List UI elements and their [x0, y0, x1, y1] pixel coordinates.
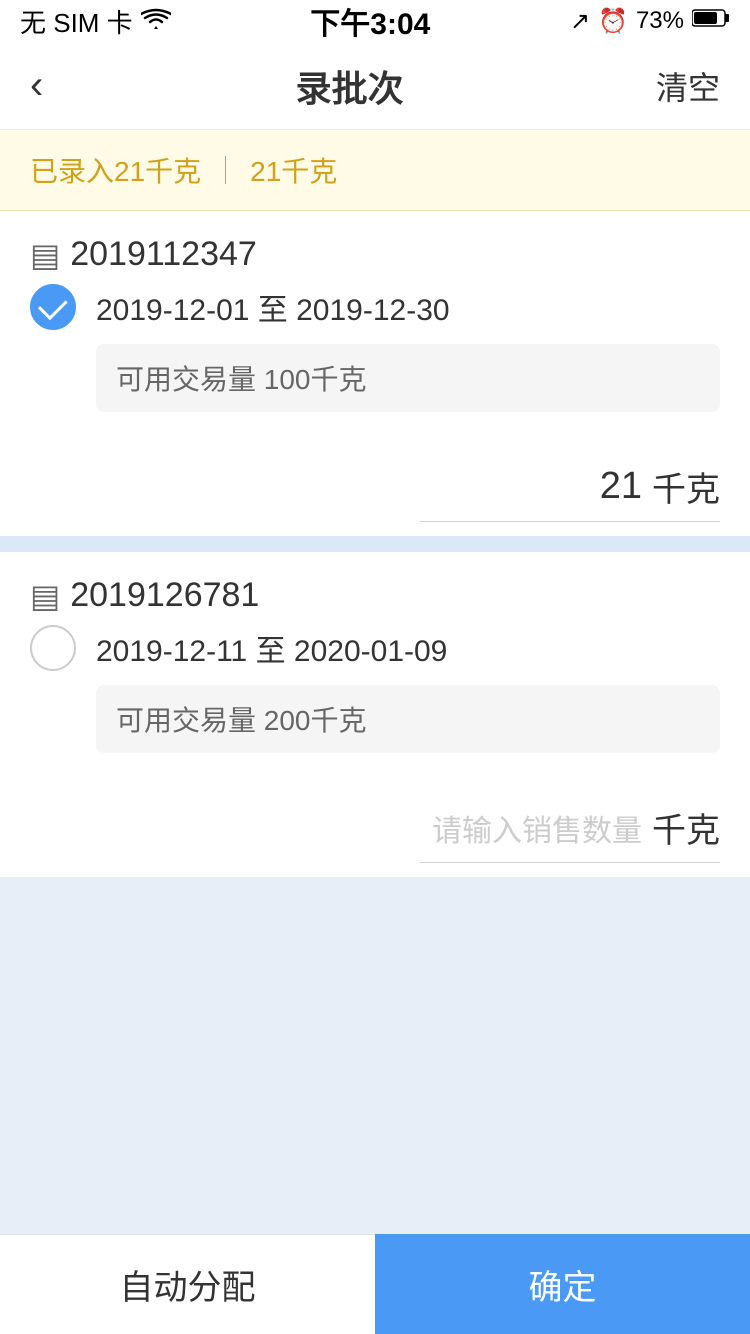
- batch-1-amount-unit: 千克: [652, 462, 720, 511]
- batch-2-date-range: 2019-12-11 至 2020-01-09: [96, 626, 447, 670]
- bottom-bar: 自动分配 确定: [0, 1234, 750, 1334]
- batch-1-avail: 可用交易量 100千克: [96, 344, 720, 412]
- batch-2-checkbox[interactable]: [30, 625, 76, 671]
- location-icon: ↗: [570, 7, 590, 36]
- batch-2-id: 2019126781: [70, 576, 259, 615]
- batch-1-amount-value: 21: [600, 465, 642, 508]
- batch-1-id: 2019112347: [70, 235, 257, 274]
- recorded-amount: 已录入21千克: [30, 150, 201, 190]
- batch-2-input-placeholder: 请输入销售数量: [432, 806, 642, 850]
- batch-2-avail: 可用交易量 200千克: [96, 685, 720, 753]
- info-bar: 已录入21千克 21千克: [0, 130, 750, 211]
- carrier-text: 无 SIM 卡: [20, 3, 133, 40]
- batch-1-id-icon: ▤: [30, 236, 60, 274]
- batch-card-1: ▤ 2019112347 2019-12-01 至 2019-12-30 可用交…: [0, 211, 750, 536]
- auto-distribute-button[interactable]: 自动分配: [0, 1234, 375, 1334]
- batch-2-underline: [420, 862, 720, 863]
- batch-2-check-row[interactable]: 2019-12-11 至 2020-01-09: [30, 625, 720, 671]
- confirm-button[interactable]: 确定: [375, 1234, 750, 1334]
- batch-1-checkbox[interactable]: [30, 284, 76, 330]
- back-button[interactable]: ‹: [30, 63, 43, 108]
- batch-2-id-icon: ▤: [30, 577, 60, 615]
- battery-icon: [692, 7, 730, 35]
- batch-1-date-range: 2019-12-01 至 2019-12-30: [96, 285, 450, 329]
- main-content: ▤ 2019112347 2019-12-01 至 2019-12-30 可用交…: [0, 211, 750, 1315]
- section-divider: [0, 536, 750, 552]
- wifi-icon: [141, 6, 171, 37]
- battery-text: 73%: [636, 7, 684, 35]
- batch-1-underline: [420, 521, 720, 522]
- nav-bar: ‹ 录批次 清空: [0, 42, 750, 130]
- batch-2-header: ▤ 2019126781: [30, 576, 720, 615]
- clear-button[interactable]: 清空: [656, 63, 720, 109]
- batch-1-check-row[interactable]: 2019-12-01 至 2019-12-30: [30, 284, 720, 330]
- total-amount: 21千克: [250, 150, 337, 190]
- status-right: ↗ ⏰ 73%: [570, 7, 730, 36]
- batch-1-amount-row: 21 千克: [0, 442, 750, 521]
- status-left: 无 SIM 卡: [20, 3, 171, 40]
- batch-1-header: ▤ 2019112347: [30, 235, 720, 274]
- batch-card-1-inner: ▤ 2019112347 2019-12-01 至 2019-12-30 可用交…: [0, 211, 750, 442]
- status-bar: 无 SIM 卡 下午3:04 ↗ ⏰ 73%: [0, 0, 750, 42]
- alarm-icon: ⏰: [598, 7, 628, 36]
- info-divider: [225, 156, 226, 184]
- batch-2-input-unit: 千克: [652, 803, 720, 852]
- batch-2-input-row[interactable]: 请输入销售数量 千克: [0, 783, 750, 862]
- batch-card-2: ▤ 2019126781 2019-12-11 至 2020-01-09 可用交…: [0, 552, 750, 877]
- page-title: 录批次: [296, 60, 404, 112]
- status-time: 下午3:04: [310, 0, 430, 43]
- batch-card-2-inner: ▤ 2019126781 2019-12-11 至 2020-01-09 可用交…: [0, 552, 750, 783]
